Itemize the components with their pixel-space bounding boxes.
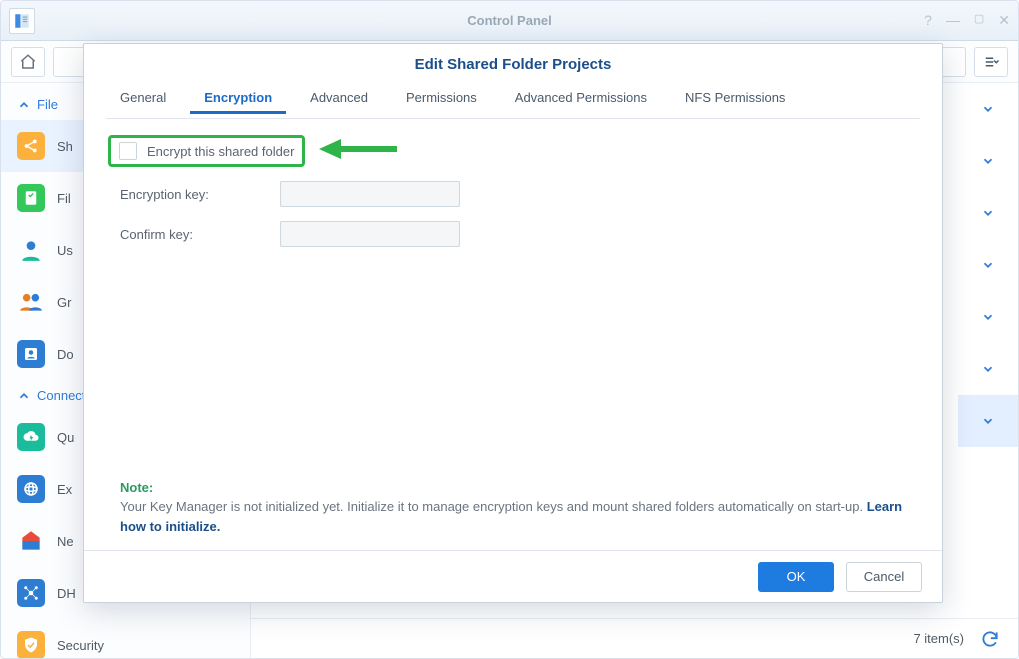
sidebar-item-label: Do — [57, 347, 74, 362]
dialog-tabs: General Encryption Advanced Permissions … — [84, 84, 942, 118]
expand-row[interactable] — [958, 343, 1018, 395]
control-panel-window: Control Panel ? — ▢ ✕ File Sh — [0, 0, 1019, 659]
expand-row[interactable] — [958, 291, 1018, 343]
confirm-key-input — [280, 221, 460, 247]
tab-advanced-permissions[interactable]: Advanced Permissions — [501, 84, 661, 114]
encryption-key-label: Encryption key: — [120, 187, 280, 202]
refresh-icon[interactable] — [980, 629, 1000, 649]
network-icon — [17, 527, 45, 555]
item-count: 7 item(s) — [913, 631, 964, 646]
expand-row[interactable] — [958, 135, 1018, 187]
tab-general[interactable]: General — [106, 84, 180, 114]
sidebar-item-label: Sh — [57, 139, 73, 154]
status-bar: 7 item(s) — [251, 618, 1018, 658]
note-block: Note: Your Key Manager is not initialize… — [120, 478, 906, 537]
help-icon[interactable]: ? — [924, 12, 932, 29]
sidebar-item-label: Security — [57, 638, 104, 653]
tab-encryption[interactable]: Encryption — [190, 84, 286, 114]
note-text: Your Key Manager is not initialized yet.… — [120, 499, 863, 514]
sidebar-item-label: DH — [57, 586, 76, 601]
maximize-icon[interactable]: ▢ — [974, 12, 984, 29]
sidebar-item-security[interactable]: Security — [1, 619, 250, 658]
user-icon — [17, 236, 45, 264]
expand-row[interactable] — [958, 187, 1018, 239]
ok-button[interactable]: OK — [758, 562, 834, 592]
file-icon — [17, 184, 45, 212]
sidebar-item-label: Gr — [57, 295, 71, 310]
sidebar-section-label: Connect — [37, 388, 85, 403]
sidebar-item-label: Qu — [57, 430, 74, 445]
edit-shared-folder-dialog: Edit Shared Folder Projects General Encr… — [83, 43, 943, 603]
globe-icon — [17, 475, 45, 503]
expand-column — [958, 83, 1018, 618]
sidebar-item-label: Ne — [57, 534, 74, 549]
home-button[interactable] — [11, 47, 45, 77]
share-icon — [17, 132, 45, 160]
encrypt-label: Encrypt this shared folder — [147, 144, 294, 159]
dialog-footer: OK Cancel — [84, 550, 942, 602]
expand-row[interactable] — [958, 239, 1018, 291]
sidebar-item-label: Us — [57, 243, 73, 258]
dhcp-icon — [17, 579, 45, 607]
shield-icon — [17, 631, 45, 658]
app-icon — [9, 8, 35, 34]
cloud-icon — [17, 423, 45, 451]
encrypt-checkbox-row[interactable]: Encrypt this shared folder — [108, 135, 305, 167]
tab-permissions[interactable]: Permissions — [392, 84, 491, 114]
dialog-title: Edit Shared Folder Projects — [84, 44, 942, 84]
expand-row[interactable] — [958, 395, 1018, 447]
tab-advanced[interactable]: Advanced — [296, 84, 382, 114]
sidebar-item-label: Fil — [57, 191, 71, 206]
minimize-icon[interactable]: — — [946, 12, 960, 29]
note-title: Note: — [120, 478, 906, 498]
encrypt-checkbox[interactable] — [119, 142, 137, 160]
confirm-key-label: Confirm key: — [120, 227, 280, 242]
domain-icon — [17, 340, 45, 368]
annotation-arrow — [319, 135, 399, 163]
group-icon — [17, 288, 45, 316]
titlebar: Control Panel ? — ▢ ✕ — [1, 1, 1018, 41]
window-title: Control Panel — [1, 13, 1018, 28]
encryption-key-input — [280, 181, 460, 207]
tab-nfs-permissions[interactable]: NFS Permissions — [671, 84, 799, 114]
sidebar-section-label: File — [37, 97, 58, 112]
sort-button[interactable] — [974, 47, 1008, 77]
sidebar-item-label: Ex — [57, 482, 72, 497]
expand-row[interactable] — [958, 83, 1018, 135]
close-icon[interactable]: ✕ — [998, 12, 1010, 29]
cancel-button[interactable]: Cancel — [846, 562, 922, 592]
